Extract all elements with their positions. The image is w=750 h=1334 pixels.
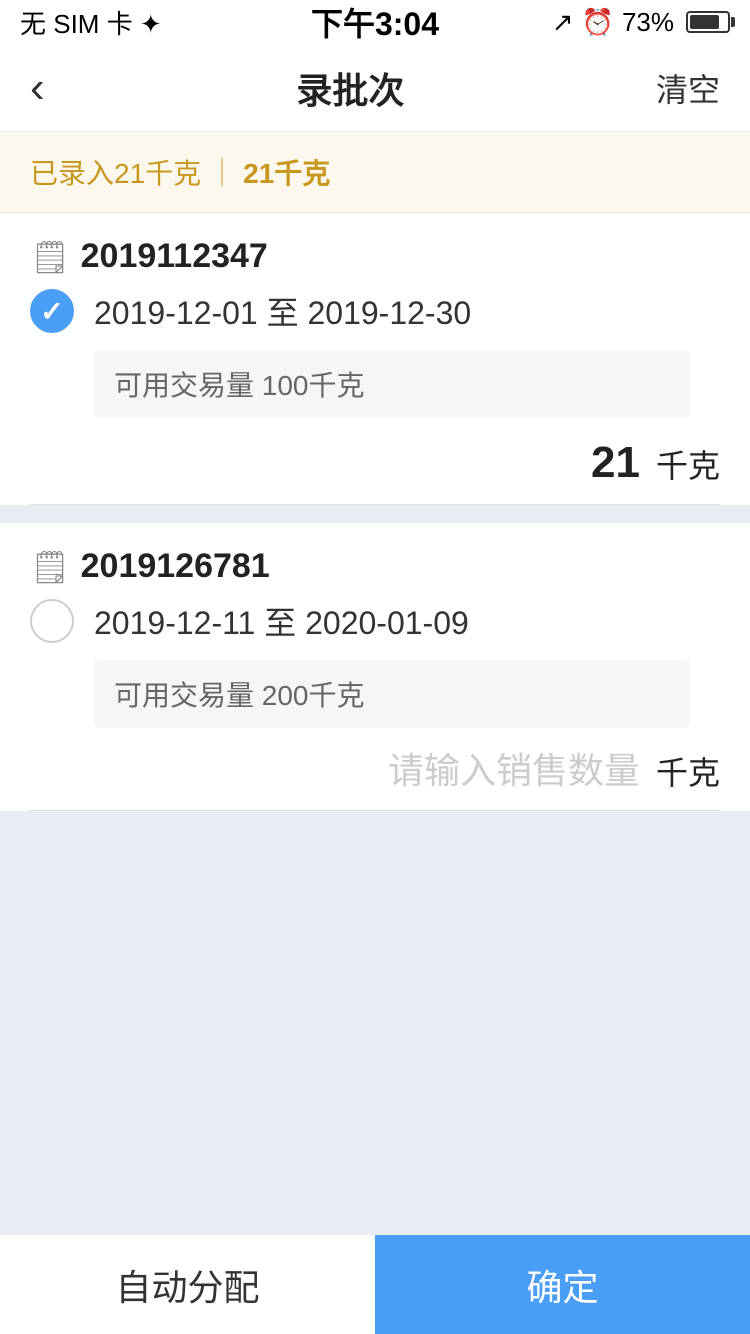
sim-label: 无 SIM 卡 ✦ bbox=[20, 4, 162, 41]
info-value: 21千克 bbox=[243, 152, 330, 192]
status-time: 下午3:04 bbox=[311, 0, 439, 45]
location-icon: ↗ bbox=[552, 7, 574, 38]
batch-2-radio[interactable] bbox=[30, 599, 74, 643]
batch-1-unit: 千克 bbox=[656, 441, 720, 487]
batch-2-unit: 千克 bbox=[656, 748, 720, 794]
batch-2-input-row: 千克 bbox=[0, 728, 750, 810]
quantity-input[interactable] bbox=[360, 750, 640, 792]
recorded-label: 已录入21千克 bbox=[30, 152, 201, 192]
batch-1-amount: 21 bbox=[591, 438, 640, 488]
batch-1-separator bbox=[30, 504, 720, 505]
nav-bar: ‹ 录批次 清空 bbox=[0, 44, 750, 132]
status-right: ↗ ⏰ 73% bbox=[552, 7, 730, 38]
batch-1-row: 2019-12-01 至 2019-12-30 bbox=[30, 288, 720, 334]
battery-percent: 73% bbox=[622, 7, 674, 38]
batch-2-row: 2019-12-11 至 2020-01-09 bbox=[30, 598, 720, 644]
batch-2-avail: 可用交易量 200千克 bbox=[94, 660, 690, 728]
batch-2-icon: 🗒 bbox=[30, 548, 71, 586]
auto-distribute-button[interactable]: 自动分配 bbox=[0, 1235, 375, 1334]
batch-item-2: 🗒 2019126781 2019-12-11 至 2020-01-09 可用交… bbox=[0, 523, 750, 811]
status-bar: 无 SIM 卡 ✦ 下午3:04 ↗ ⏰ 73% bbox=[0, 0, 750, 44]
page-title: 录批次 bbox=[296, 62, 404, 114]
batch-1-radio[interactable] bbox=[30, 289, 74, 333]
batch-1-icon: 🗒 bbox=[30, 238, 71, 276]
batch-1-date: 2019-12-01 至 2019-12-30 bbox=[94, 288, 471, 334]
confirm-button[interactable]: 确定 bbox=[375, 1235, 750, 1334]
batch-2-separator bbox=[30, 810, 720, 811]
batch-2-id: 2019126781 bbox=[81, 547, 270, 586]
batch-1-amount-row: 21 千克 bbox=[0, 418, 750, 504]
batch-2-header: 🗒 2019126781 bbox=[30, 547, 720, 586]
batch-1-avail: 可用交易量 100千克 bbox=[94, 350, 690, 418]
back-button[interactable]: ‹ bbox=[30, 66, 45, 110]
batch-1-id: 2019112347 bbox=[81, 237, 268, 276]
clear-button[interactable]: 清空 bbox=[656, 65, 720, 111]
bottom-bar: 自动分配 确定 bbox=[0, 1234, 750, 1334]
batch-item-1: 🗒 2019112347 2019-12-01 至 2019-12-30 可用交… bbox=[0, 213, 750, 505]
info-banner: 已录入21千克 21千克 bbox=[0, 132, 750, 213]
alarm-icon: ⏰ bbox=[582, 7, 614, 38]
status-left: 无 SIM 卡 ✦ bbox=[20, 4, 162, 41]
batch-2-date: 2019-12-11 至 2020-01-09 bbox=[94, 598, 469, 644]
info-divider bbox=[221, 158, 223, 186]
batch-1-header: 🗒 2019112347 bbox=[30, 237, 720, 276]
battery-icon bbox=[686, 11, 730, 33]
